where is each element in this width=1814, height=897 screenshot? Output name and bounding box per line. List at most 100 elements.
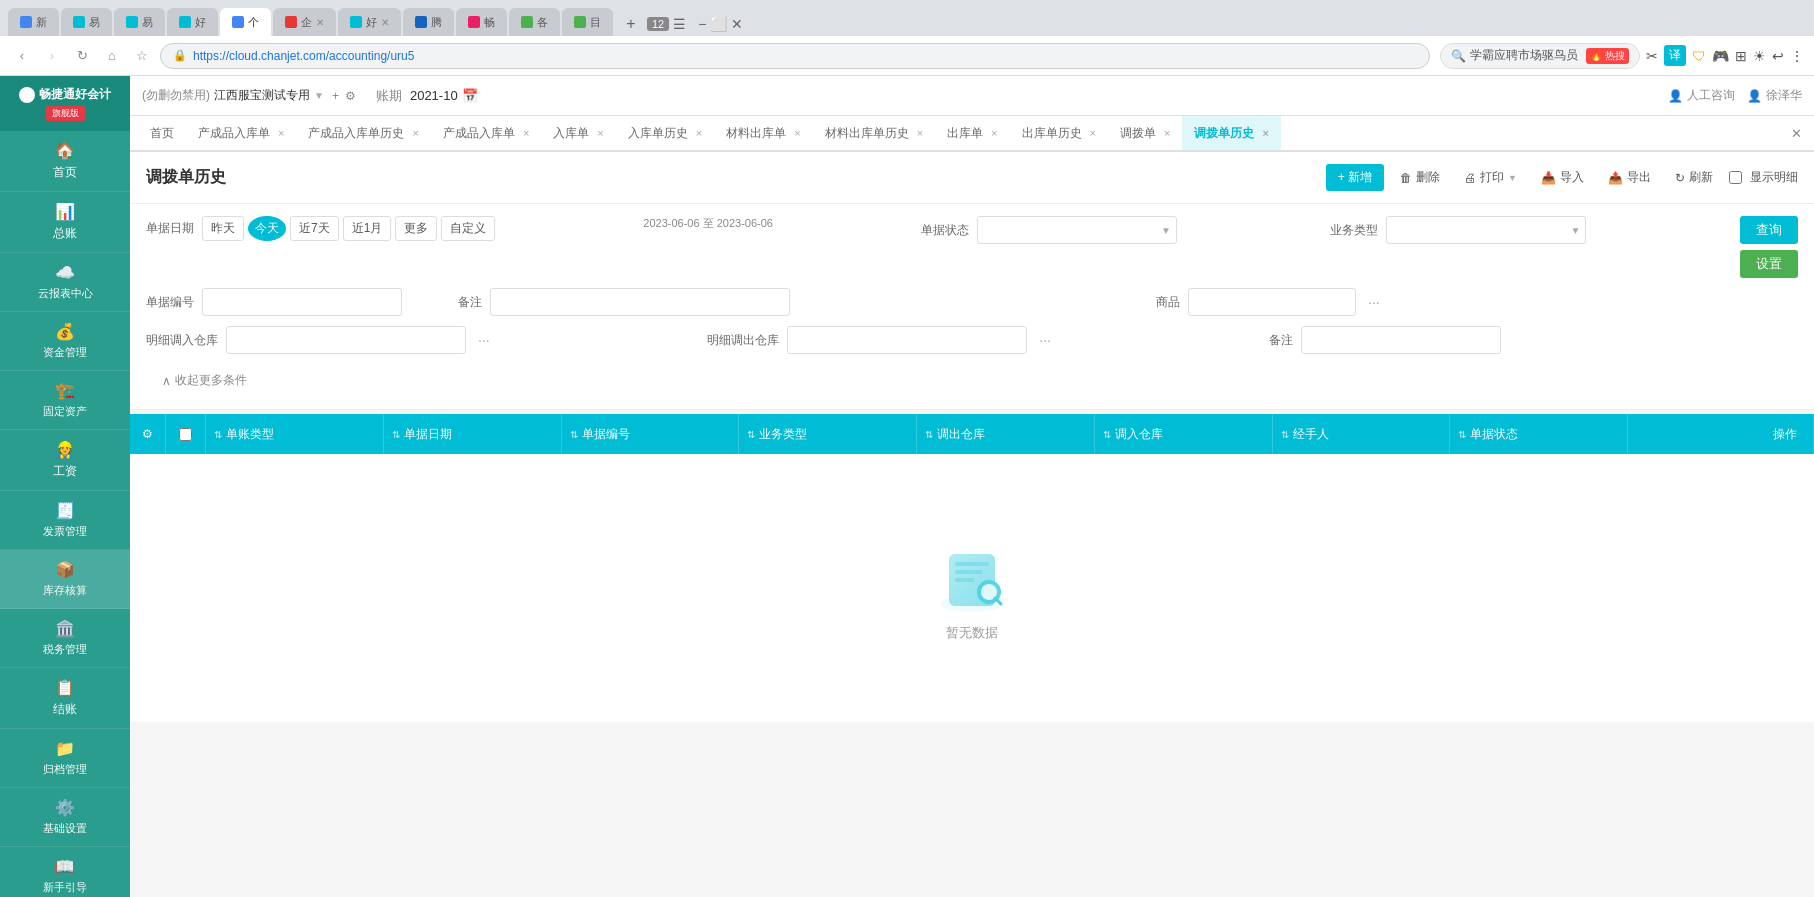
- sidebar-item-invoice[interactable]: 🧾 发票管理: [0, 491, 130, 550]
- sidebar-item-guide[interactable]: 📖 新手引导: [0, 847, 130, 897]
- tab-outbound-close[interactable]: ×: [991, 127, 997, 139]
- minimize-button[interactable]: −: [698, 16, 706, 32]
- tab-material-outbound-history[interactable]: 材料出库单历史 ×: [813, 116, 935, 152]
- th-settings[interactable]: ⚙: [130, 414, 166, 454]
- tab-outbound-history-close[interactable]: ×: [1090, 127, 1096, 139]
- maximize-button[interactable]: ⬜: [710, 16, 727, 32]
- bookmark-button[interactable]: ☆: [130, 44, 154, 68]
- sidebar-item-general-ledger[interactable]: 📊 总账: [0, 192, 130, 253]
- tab-product-inbound-history[interactable]: 产成品入库单历史 ×: [296, 116, 430, 152]
- tab-material-outbound[interactable]: 材料出库单 ×: [714, 116, 812, 152]
- sidebar-item-fixed-assets[interactable]: 🏗️ 固定资产: [0, 371, 130, 430]
- tab-material-outbound-close[interactable]: ×: [794, 127, 800, 139]
- sidebar-item-home[interactable]: 🏠 首页: [0, 131, 130, 192]
- export-button[interactable]: 📤 导出: [1600, 165, 1659, 190]
- th-biz-type[interactable]: ⇅ 业务类型: [739, 414, 917, 454]
- sidebar-item-cloud-reports[interactable]: ☁️ 云报表中心: [0, 253, 130, 312]
- tab-transfer-history-close[interactable]: ×: [1262, 127, 1268, 139]
- browser-tab-4[interactable]: 好: [167, 8, 218, 36]
- note-input[interactable]: [490, 288, 790, 316]
- grid-icon[interactable]: ⊞: [1735, 48, 1747, 64]
- th-date[interactable]: ⇅ 单据日期: [384, 414, 562, 454]
- new-tab-button[interactable]: +: [619, 12, 643, 36]
- settings-button[interactable]: 设置: [1740, 250, 1798, 278]
- browser-tab-1[interactable]: 新: [8, 8, 59, 36]
- th-doc-no[interactable]: ⇅ 单据编号: [562, 414, 740, 454]
- goods-more-icon[interactable]: ···: [1368, 294, 1380, 310]
- browser-tab-10[interactable]: 各: [509, 8, 560, 36]
- tab-outbound-history[interactable]: 出库单历史 ×: [1010, 116, 1108, 152]
- user-menu[interactable]: 👤 徐泽华: [1747, 87, 1802, 104]
- delete-button[interactable]: 🗑 删除: [1392, 165, 1448, 190]
- sidebar-item-closing[interactable]: 📋 结账: [0, 668, 130, 729]
- tab-product-inbound2[interactable]: 产成品入库单 ×: [431, 116, 541, 152]
- home-button[interactable]: ⌂: [100, 44, 124, 68]
- print-button[interactable]: 🖨 打印 ▼: [1456, 165, 1525, 190]
- tab-outbound[interactable]: 出库单 ×: [935, 116, 1009, 152]
- business-type-select[interactable]: [1386, 216, 1586, 244]
- tab-product-inbound2-close[interactable]: ×: [523, 127, 529, 139]
- refresh-button[interactable]: ↻: [70, 44, 94, 68]
- company-selector[interactable]: (勿删勿禁用) 江西服宝测试专用 ▼ + ⚙: [142, 87, 356, 104]
- out-warehouse-input[interactable]: [787, 326, 1027, 354]
- tab-inbound-history-close[interactable]: ×: [696, 127, 702, 139]
- scissors-icon[interactable]: ✂: [1646, 48, 1658, 64]
- collapse-filter-button[interactable]: ∧ 收起更多条件: [146, 368, 1798, 393]
- add-company-icon[interactable]: +: [332, 89, 339, 103]
- period-selector[interactable]: 2021-10 📅: [410, 88, 478, 103]
- query-button[interactable]: 查询: [1740, 216, 1798, 244]
- sidebar-item-tax[interactable]: 🏛️ 税务管理: [0, 609, 130, 668]
- tab-inbound[interactable]: 入库单 ×: [541, 116, 615, 152]
- browser-tab-11[interactable]: 目: [562, 8, 613, 36]
- browser-tab-3[interactable]: 易: [114, 8, 165, 36]
- consult-button[interactable]: 👤 人工咨询: [1668, 87, 1735, 104]
- table-settings-icon[interactable]: ⚙: [142, 427, 153, 441]
- tabs-close-all[interactable]: ✕: [1787, 122, 1806, 145]
- tab-product-inbound[interactable]: 产成品入库单 ×: [186, 116, 296, 152]
- company-settings-icon[interactable]: ⚙: [345, 89, 356, 103]
- browser-tab-active[interactable]: 个: [220, 8, 271, 36]
- sidebar-item-base-settings[interactable]: ⚙️ 基础设置: [0, 788, 130, 847]
- back-button[interactable]: ‹: [10, 44, 34, 68]
- doc-no-input[interactable]: [202, 288, 402, 316]
- close-window-button[interactable]: ✕: [731, 16, 743, 32]
- th-in-warehouse[interactable]: ⇅ 调入仓库: [1095, 414, 1273, 454]
- browser-tab-7[interactable]: 好 ✕: [338, 8, 401, 36]
- select-all-checkbox[interactable]: [179, 428, 192, 441]
- date-btn-today[interactable]: 今天: [248, 216, 286, 241]
- sidebar-item-payroll[interactable]: 👷 工资: [0, 430, 130, 491]
- tab-transfer-history[interactable]: 调拨单历史 ×: [1182, 116, 1280, 152]
- in-warehouse-input[interactable]: [226, 326, 466, 354]
- tab-home[interactable]: 首页: [138, 116, 186, 152]
- browser-tab-2[interactable]: 易: [61, 8, 112, 36]
- out-warehouse-more-icon[interactable]: ···: [1039, 332, 1051, 348]
- date-btn-custom[interactable]: 自定义: [441, 216, 495, 241]
- undo-icon[interactable]: ↩: [1772, 48, 1784, 64]
- tab-material-outbound-history-close[interactable]: ×: [917, 127, 923, 139]
- sidebar-item-archive[interactable]: 📁 归档管理: [0, 729, 130, 788]
- in-warehouse-more-icon[interactable]: ···: [478, 332, 490, 348]
- tab-inbound-history[interactable]: 入库单历史 ×: [616, 116, 714, 152]
- tab-transfer-close[interactable]: ×: [1164, 127, 1170, 139]
- menu-dots-icon[interactable]: ⋮: [1790, 48, 1804, 64]
- note2-input[interactable]: [1301, 326, 1501, 354]
- th-checkbox[interactable]: [166, 414, 206, 454]
- new-button[interactable]: + 新增: [1326, 164, 1384, 191]
- goods-input[interactable]: [1188, 288, 1356, 316]
- import-button[interactable]: 📥 导入: [1533, 165, 1592, 190]
- tab-transfer[interactable]: 调拨单 ×: [1108, 116, 1182, 152]
- game-icon[interactable]: 🎮: [1712, 48, 1729, 64]
- th-handler[interactable]: ⇅ 经手人: [1273, 414, 1451, 454]
- shield-icon[interactable]: 🛡: [1692, 48, 1706, 64]
- sidebar-item-funds[interactable]: 💰 资金管理: [0, 312, 130, 371]
- tab-product-inbound-history-close[interactable]: ×: [412, 127, 418, 139]
- browser-tab-9[interactable]: 畅: [456, 8, 507, 36]
- brightness-icon[interactable]: ☀: [1753, 48, 1766, 64]
- tab-inbound-close[interactable]: ×: [597, 127, 603, 139]
- tab-menu-icon[interactable]: ☰: [673, 16, 686, 32]
- sidebar-item-inventory[interactable]: 📦 库存核算: [0, 550, 130, 609]
- tab-product-inbound-close[interactable]: ×: [278, 127, 284, 139]
- date-btn-more[interactable]: 更多: [395, 216, 437, 241]
- browser-tab-8[interactable]: 腾: [403, 8, 454, 36]
- date-btn-7days[interactable]: 近7天: [290, 216, 339, 241]
